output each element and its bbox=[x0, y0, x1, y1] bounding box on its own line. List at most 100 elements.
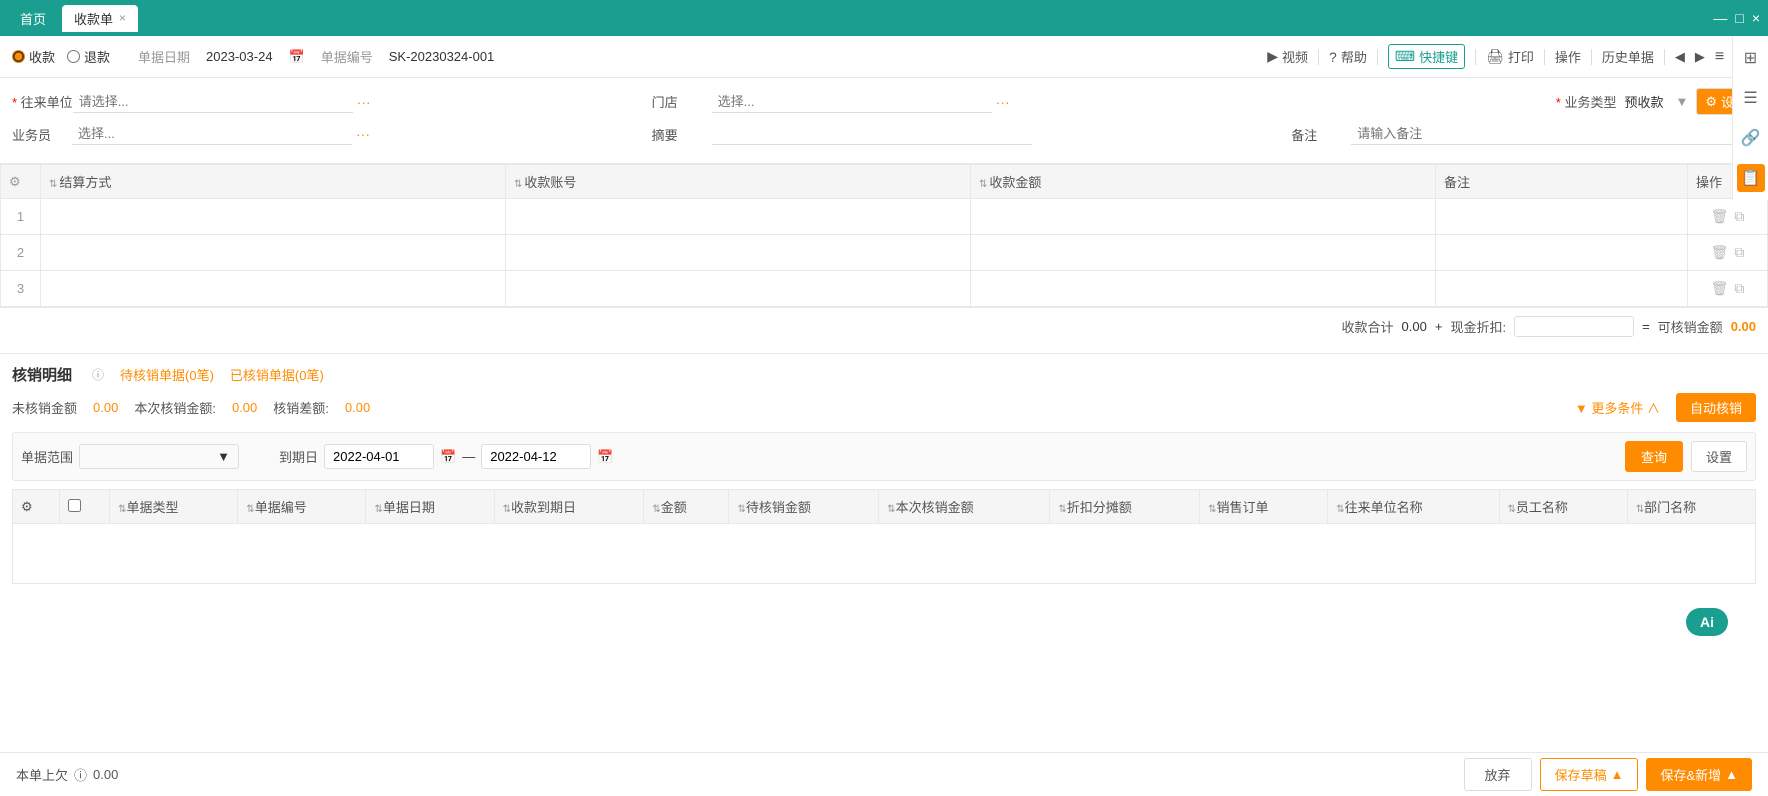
shortcut-btn[interactable]: ⌨ 快捷键 bbox=[1388, 44, 1465, 69]
remark-cell[interactable] bbox=[1436, 199, 1688, 235]
prev-icon[interactable]: ◀ bbox=[1675, 49, 1685, 65]
print-btn[interactable]: 🖨 打印 bbox=[1486, 47, 1534, 66]
verify-value: 0.00 bbox=[1731, 319, 1756, 334]
biz-type-label: 业务类型 bbox=[1556, 92, 1617, 111]
account-cell[interactable] bbox=[506, 199, 971, 235]
operation-btn[interactable]: 操作 bbox=[1555, 47, 1581, 66]
staff-more-btn[interactable]: ··· bbox=[356, 126, 370, 142]
video-btn[interactable]: ▶ 视频 bbox=[1267, 47, 1308, 66]
table-header-row: ⚙ ⇅结算方式 ⇅收款账号 ⇅收款金额 备注 操作 bbox=[1, 165, 1768, 199]
footer-info-icon[interactable]: ⓘ bbox=[74, 765, 87, 784]
sidebar-icon-doc[interactable]: 📋 bbox=[1737, 164, 1765, 192]
party-more-btn[interactable]: ··· bbox=[357, 94, 371, 110]
verify-stats: 未核销金额 0.00 本次核销金额: 0.00 核销差额: 0.00 ▼ 更多条… bbox=[12, 393, 1756, 422]
tab-close-icon[interactable]: × bbox=[119, 11, 126, 25]
tab-bar-left: 首页 收款单 × bbox=[8, 5, 138, 32]
verify-tab-pending[interactable]: 待核销单据(0笔) bbox=[120, 365, 214, 384]
current-value: 0.00 bbox=[232, 400, 257, 415]
staff-input[interactable] bbox=[72, 123, 352, 145]
discard-btn[interactable]: 放弃 bbox=[1464, 758, 1532, 791]
sidebar-icon-grid[interactable]: ⊞ bbox=[1737, 44, 1765, 72]
next-icon[interactable]: ▶ bbox=[1695, 49, 1705, 65]
table-row: 3 🗑 ⧉ bbox=[1, 271, 1768, 307]
amount-cell[interactable] bbox=[971, 235, 1436, 271]
save-new-btn[interactable]: 保存&新增 ▲ bbox=[1646, 758, 1752, 791]
total-value: 0.00 bbox=[1402, 319, 1427, 334]
remark-input[interactable] bbox=[1351, 123, 1756, 145]
biz-type-field: 业务类型 预收款 ▼ ⚙ 设置 bbox=[1291, 88, 1756, 115]
discount-input[interactable] bbox=[1514, 316, 1634, 337]
delete-icon[interactable]: 🗑 bbox=[1711, 208, 1729, 225]
remark-field: 备注 bbox=[1291, 123, 1756, 145]
due-from-input[interactable] bbox=[324, 444, 434, 469]
form-row-2: 业务员 ··· 摘要 备注 bbox=[12, 123, 1756, 145]
party-input[interactable] bbox=[73, 91, 353, 113]
range-select[interactable]: ▼ bbox=[79, 444, 239, 469]
copy-icon[interactable]: ⧉ bbox=[1734, 208, 1744, 225]
sidebar-icon-list[interactable]: ☰ bbox=[1737, 84, 1765, 112]
party-label: 往来单位 bbox=[12, 92, 73, 111]
window-close[interactable]: × bbox=[1752, 10, 1760, 26]
bottom-table-container: ⚙⇅单据类型⇅单据编号⇅单据日期⇅收款到期日⇅金额⇅待核销金额⇅本次核销金额⇅折… bbox=[12, 489, 1756, 584]
row-num: 2 bbox=[1, 235, 41, 271]
query-btn[interactable]: 查询 bbox=[1625, 441, 1683, 472]
tab-active[interactable]: 收款单 × bbox=[62, 5, 138, 32]
amount-cell[interactable] bbox=[971, 271, 1436, 307]
action-cell: 🗑 ⧉ bbox=[1688, 235, 1768, 271]
save-draft-btn[interactable]: 保存草稿 ▲ bbox=[1540, 758, 1639, 791]
history-btn[interactable]: 历史单据 bbox=[1602, 47, 1654, 66]
unchecked-value: 0.00 bbox=[93, 400, 118, 415]
payment-cell[interactable] bbox=[41, 235, 506, 271]
delete-icon[interactable]: 🗑 bbox=[1711, 244, 1729, 261]
remark-cell[interactable] bbox=[1436, 235, 1688, 271]
biz-type-dropdown[interactable]: ▼ bbox=[1675, 94, 1688, 109]
verify-info-icon[interactable]: ⓘ bbox=[92, 366, 104, 383]
save-draft-arrow[interactable]: ▲ bbox=[1611, 767, 1624, 782]
radio-refund[interactable]: 退款 bbox=[67, 47, 110, 66]
current-label: 本次核销金额: bbox=[134, 398, 216, 417]
help-btn[interactable]: ? 帮助 bbox=[1329, 47, 1367, 66]
account-cell[interactable] bbox=[506, 235, 971, 271]
window-minimize[interactable]: — bbox=[1713, 10, 1727, 26]
radio-receipt[interactable]: 收款 bbox=[12, 47, 55, 66]
store-input[interactable] bbox=[712, 91, 992, 113]
bottom-col-9: ⇅折扣分摊额 bbox=[1050, 490, 1200, 524]
remark-cell[interactable] bbox=[1436, 271, 1688, 307]
action-icons: 🗑 ⧉ bbox=[1696, 208, 1759, 225]
col-remark: 备注 bbox=[1436, 165, 1688, 199]
row-num: 1 bbox=[1, 199, 41, 235]
auto-verify-btn[interactable]: 自动核销 bbox=[1676, 393, 1756, 422]
select-all-checkbox[interactable] bbox=[68, 499, 81, 512]
delete-icon[interactable]: 🗑 bbox=[1711, 280, 1729, 297]
summary-input[interactable] bbox=[712, 123, 1032, 145]
filter-settings-btn[interactable]: 设置 bbox=[1691, 441, 1747, 472]
account-cell[interactable] bbox=[506, 271, 971, 307]
copy-icon[interactable]: ⧉ bbox=[1734, 244, 1744, 261]
calendar-from-icon[interactable]: 📅 bbox=[440, 449, 456, 465]
page-footer: 本单上欠 ⓘ 0.00 放弃 保存草稿 ▲ 保存&新增 ▲ bbox=[0, 752, 1768, 796]
amount-cell[interactable] bbox=[971, 199, 1436, 235]
right-sidebar: ⊞ ☰ 🔗 📋 bbox=[1732, 36, 1768, 200]
col-gear[interactable]: ⚙ bbox=[1, 165, 41, 199]
copy-icon[interactable]: ⧉ bbox=[1734, 280, 1744, 297]
bottom-col-1[interactable] bbox=[60, 490, 110, 524]
verify-tab-done[interactable]: 已核销单据(0笔) bbox=[230, 365, 324, 384]
window-maximize[interactable]: □ bbox=[1735, 10, 1743, 26]
ai-badge[interactable]: Ai bbox=[1686, 608, 1728, 636]
store-more-btn[interactable]: ··· bbox=[996, 94, 1010, 110]
calendar-to-icon[interactable]: 📅 bbox=[597, 449, 613, 465]
biz-type-value: 预收款 bbox=[1624, 92, 1663, 111]
footer-label: 本单上欠 bbox=[16, 765, 68, 784]
divider3 bbox=[1475, 49, 1476, 65]
layout-icon[interactable]: ≡ bbox=[1715, 48, 1724, 66]
sidebar-icon-link[interactable]: 🔗 bbox=[1737, 124, 1765, 152]
save-new-arrow[interactable]: ▲ bbox=[1725, 767, 1738, 782]
tab-home[interactable]: 首页 bbox=[8, 5, 58, 32]
filter-btn[interactable]: ▼ 更多条件 ∧ bbox=[1575, 398, 1660, 417]
bottom-col-11: ⇅往来单位名称 bbox=[1328, 490, 1499, 524]
payment-cell[interactable] bbox=[41, 199, 506, 235]
payment-cell[interactable] bbox=[41, 271, 506, 307]
bottom-col-0[interactable]: ⚙ bbox=[13, 490, 60, 524]
calendar-icon[interactable]: 📅 bbox=[289, 49, 305, 65]
due-to-input[interactable] bbox=[481, 444, 591, 469]
